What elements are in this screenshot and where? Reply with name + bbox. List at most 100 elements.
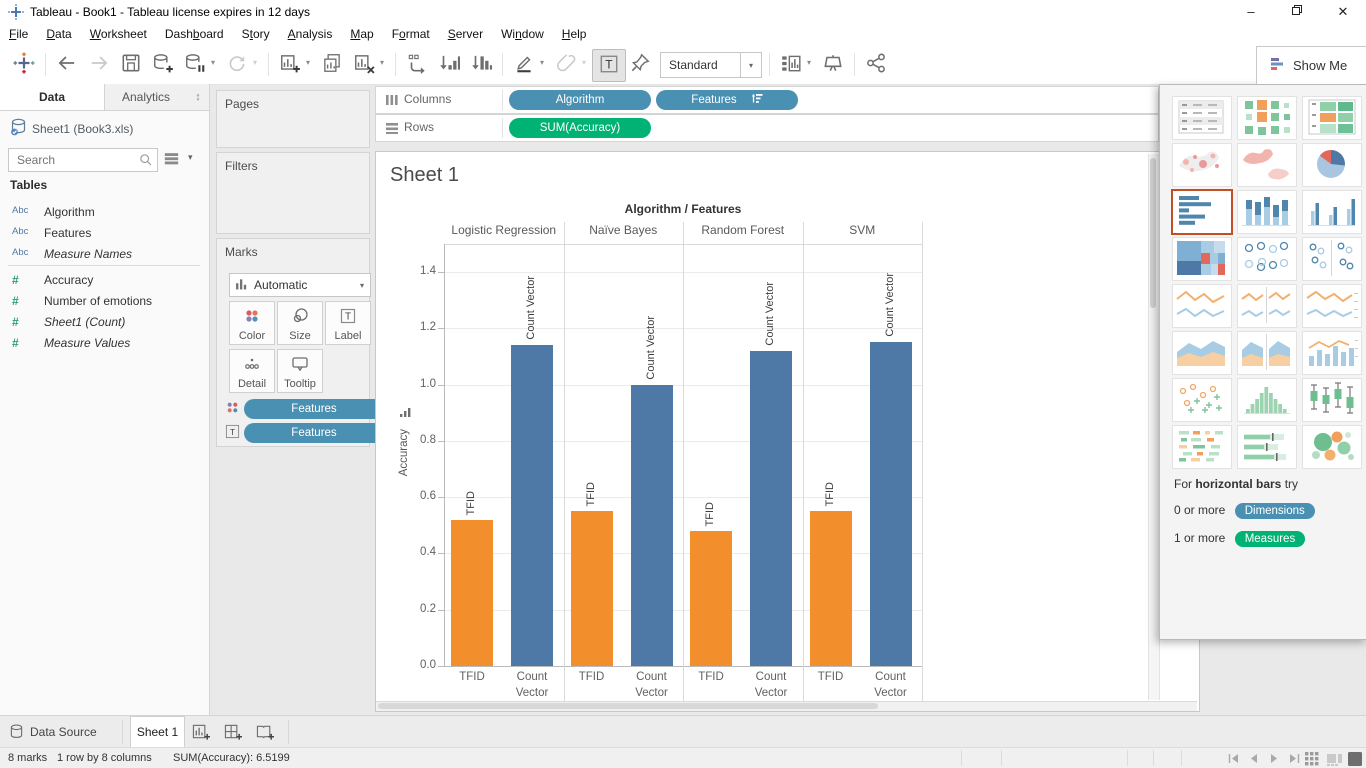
share-workbook-button[interactable] <box>860 49 892 80</box>
bar-count-vector[interactable] <box>870 342 912 666</box>
showme-histogram[interactable] <box>1237 378 1297 422</box>
tab-data-source[interactable]: Data Source <box>30 725 97 739</box>
showme-packed-bubbles[interactable] <box>1302 425 1362 469</box>
menu-file[interactable]: File <box>0 24 37 44</box>
x-category-label[interactable]: Count <box>502 669 562 685</box>
size-button[interactable]: Size <box>277 301 323 345</box>
showme-filled-maps[interactable] <box>1237 143 1297 187</box>
x-category-label[interactable]: TFID <box>562 669 622 685</box>
mark-type-selector[interactable]: Automatic ▾ <box>229 273 371 297</box>
showme-treemaps[interactable] <box>1172 237 1232 281</box>
run-auto-updates-button[interactable] <box>221 49 253 80</box>
fields-menu-caret-icon[interactable]: ▾ <box>188 152 193 163</box>
color-button[interactable]: Color <box>229 301 275 345</box>
panel-header-na-ve-bayes[interactable]: Naïve Bayes <box>564 223 684 237</box>
tab-data[interactable]: Data <box>0 84 105 110</box>
redo-button[interactable] <box>83 49 115 80</box>
showme-lines-discrete[interactable] <box>1237 284 1297 328</box>
grid-view-icon[interactable] <box>1305 752 1319 768</box>
bar-count-vector[interactable] <box>750 351 792 666</box>
restore-button[interactable] <box>1274 0 1320 24</box>
horizontal-scrollbar[interactable] <box>376 701 1197 711</box>
full-view-icon[interactable] <box>1348 752 1362 768</box>
swap-rows-columns-button[interactable] <box>401 49 433 80</box>
pages-shelf[interactable]: Pages <box>216 90 370 148</box>
tableau-logo[interactable] <box>8 49 40 80</box>
menu-format[interactable]: Format <box>383 24 439 44</box>
axis-sort-icon[interactable] <box>400 406 411 420</box>
sort-ascending-button[interactable] <box>433 49 465 80</box>
menu-help[interactable]: Help <box>553 24 596 44</box>
showme-gantt[interactable] <box>1172 425 1232 469</box>
showme-highlight-tables[interactable] <box>1302 96 1362 140</box>
clear-sheet-button[interactable] <box>348 49 380 80</box>
x-category-label[interactable]: Vector <box>622 685 682 701</box>
tab-analytics[interactable]: Analytics <box>105 84 187 110</box>
rows-shelf[interactable]: Rows SUM(Accuracy) <box>375 114 1159 142</box>
first-story-point-icon[interactable] <box>1228 753 1240 767</box>
presentation-mode-button[interactable] <box>817 49 849 80</box>
showme-area-charts-discrete[interactable] <box>1237 331 1297 375</box>
filters-shelf[interactable]: Filters <box>216 152 370 234</box>
field-algorithm[interactable]: AbcAlgorithm <box>0 202 209 223</box>
x-category-label[interactable]: TFID <box>801 669 861 685</box>
showme-text-tables[interactable] <box>1172 96 1232 140</box>
add-data-source-button[interactable] <box>147 49 179 80</box>
new-worksheet-tab-button[interactable] <box>192 723 211 744</box>
show-hide-cards-button[interactable] <box>775 49 807 80</box>
showme-heat-maps[interactable] <box>1237 96 1297 140</box>
pause-auto-updates-button-caret-icon[interactable]: ▾ <box>211 58 215 67</box>
label-button[interactable]: TLabel <box>325 301 371 345</box>
view-data-grid-icon[interactable] <box>164 152 179 169</box>
bar-tfid[interactable] <box>690 531 732 666</box>
showme-bullet-graphs[interactable] <box>1237 425 1297 469</box>
columns-shelf[interactable]: Columns AlgorithmFeatures <box>375 86 1159 114</box>
fit-selector[interactable]: Standard▾ <box>660 52 762 78</box>
search-input[interactable] <box>15 150 137 170</box>
show-hide-cards-button-caret-icon[interactable]: ▾ <box>807 58 811 67</box>
bar-tfid[interactable] <box>571 511 613 666</box>
sort-descending-button[interactable] <box>465 49 497 80</box>
pane-collapse-icon[interactable]: ↕ <box>190 84 206 110</box>
bar-tfid[interactable] <box>451 520 493 666</box>
field-accuracy[interactable]: #Accuracy <box>0 270 209 291</box>
x-category-label[interactable]: Count <box>741 669 801 685</box>
showme-lines-continuous[interactable] <box>1172 284 1232 328</box>
bar-tfid[interactable] <box>810 511 852 666</box>
x-category-label[interactable]: TFID <box>442 669 502 685</box>
showme-horizontal-bars[interactable] <box>1171 189 1233 235</box>
x-category-label[interactable]: Count <box>861 669 921 685</box>
x-category-label[interactable]: Vector <box>741 685 801 701</box>
menu-window[interactable]: Window <box>492 24 553 44</box>
x-category-label[interactable]: TFID <box>681 669 741 685</box>
new-story-tab-button[interactable] <box>256 723 275 744</box>
bar-count-vector[interactable] <box>631 385 673 666</box>
menu-map[interactable]: Map <box>341 24 382 44</box>
datasource-name[interactable]: Sheet1 (Book3.xls) <box>32 122 133 136</box>
showme-dual-combination[interactable] <box>1302 331 1362 375</box>
clear-sheet-button-caret-icon[interactable]: ▾ <box>380 58 384 67</box>
menu-worksheet[interactable]: Worksheet <box>81 24 156 44</box>
showme-area-charts-continuous[interactable] <box>1172 331 1232 375</box>
last-story-point-icon[interactable] <box>1288 753 1300 767</box>
showme-box-and-whisker[interactable] <box>1302 378 1362 422</box>
menu-data[interactable]: Data <box>37 24 80 44</box>
new-worksheet-button-caret-icon[interactable]: ▾ <box>306 58 310 67</box>
bar-count-vector[interactable] <box>511 345 553 666</box>
panel-header-logistic-regression[interactable]: Logistic Regression <box>444 223 564 237</box>
pill-algorithm[interactable]: Algorithm <box>509 90 651 110</box>
filmstrip-view-icon[interactable] <box>1327 752 1342 768</box>
field-features[interactable]: AbcFeatures <box>0 223 209 244</box>
menu-server[interactable]: Server <box>439 24 492 44</box>
field-number-of-emotions[interactable]: #Number of emotions <box>0 291 209 312</box>
panel-header-svm[interactable]: SVM <box>803 223 923 237</box>
tab-sheet1[interactable]: Sheet 1 <box>130 716 185 748</box>
new-dashboard-tab-button[interactable] <box>224 723 243 744</box>
show-mark-labels-button[interactable]: T <box>592 49 626 82</box>
next-icon[interactable] <box>1268 753 1280 767</box>
showme-pie-charts[interactable] <box>1302 143 1362 187</box>
menu-dashboard[interactable]: Dashboard <box>156 24 233 44</box>
panel-header-random-forest[interactable]: Random Forest <box>683 223 803 237</box>
showme-stacked-bars[interactable] <box>1237 190 1297 234</box>
group-members-button-caret-icon[interactable]: ▾ <box>582 58 586 67</box>
